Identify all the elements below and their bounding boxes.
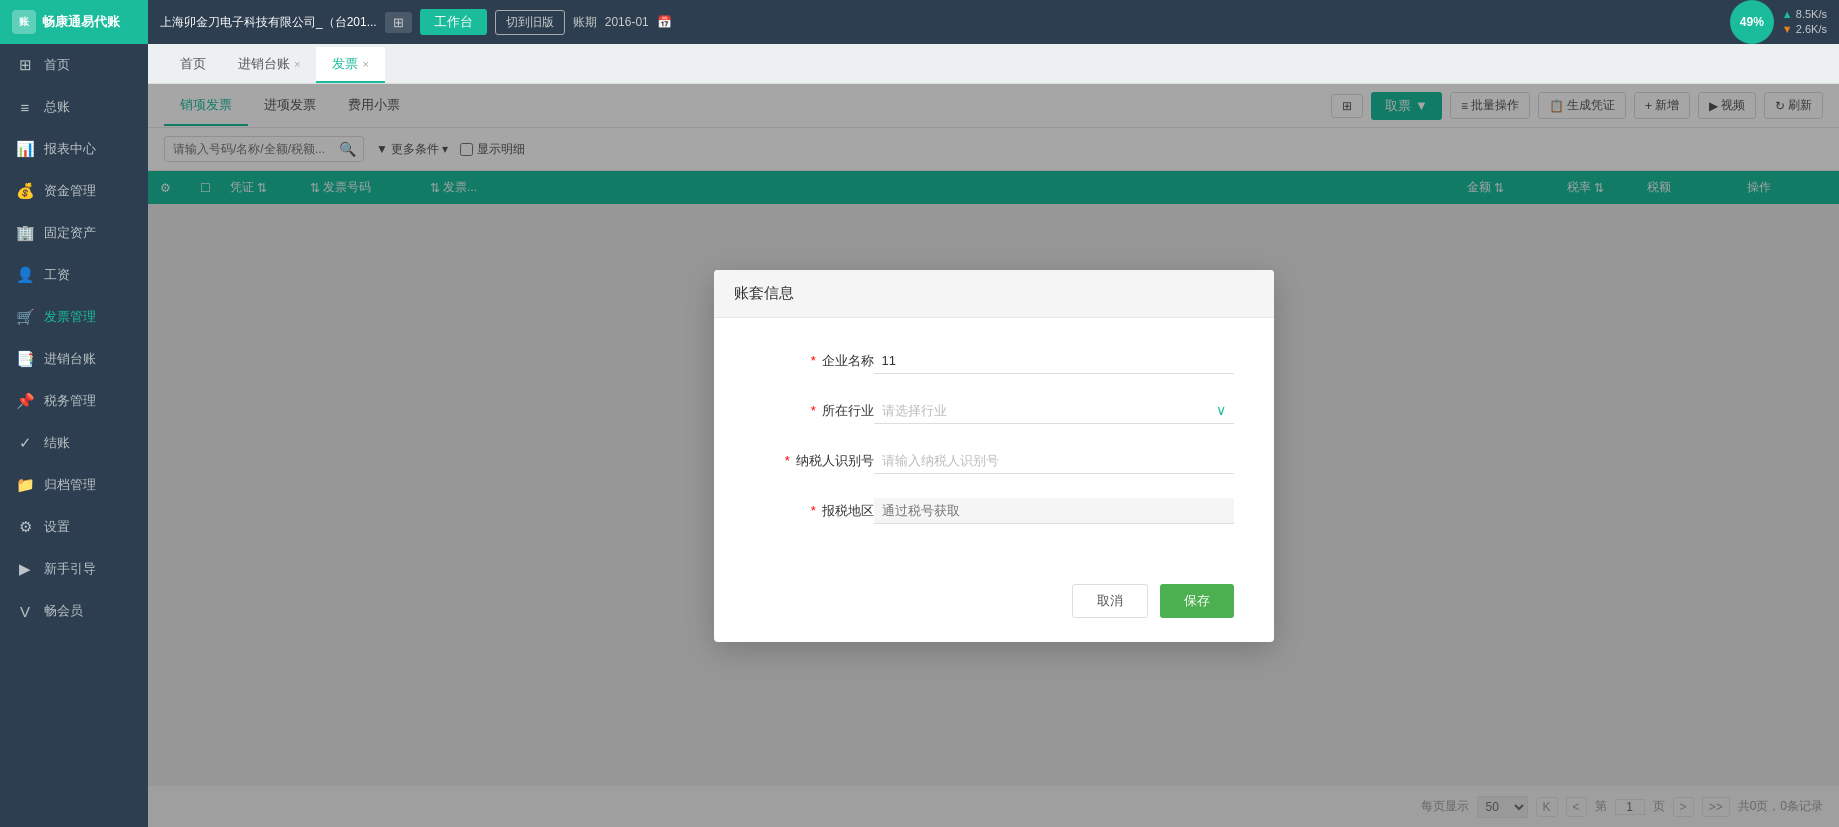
archive-icon: 📁 <box>16 476 34 494</box>
company-name-row: * 企业名称 <box>754 348 1234 374</box>
invoice-icon: 🛒 <box>16 308 34 326</box>
sidebar-label-member: 畅会员 <box>44 602 83 620</box>
company-icon-button[interactable]: ⊞ <box>385 12 412 33</box>
industry-row: * 所在行业 请选择行业 ∨ <box>754 398 1234 424</box>
sidebar-item-settings[interactable]: ⚙ 设置 <box>0 506 148 548</box>
sidebar-item-assets[interactable]: 🏢 固定资产 <box>0 212 148 254</box>
topbar: 上海卯金刀电子科技有限公司_（台201... ⊞ 工作台 切到旧版 账期 201… <box>148 0 1839 44</box>
tab-invoice[interactable]: 发票 × <box>316 47 384 83</box>
sidebar-item-tax[interactable]: 📌 税务管理 <box>0 380 148 422</box>
sidebar-item-member[interactable]: V 畅会员 <box>0 590 148 632</box>
tax-id-input[interactable] <box>874 448 1234 474</box>
sidebar-item-archive[interactable]: 📁 归档管理 <box>0 464 148 506</box>
tax-region-row: * 报税地区 <box>754 498 1234 524</box>
sidebar-item-funds[interactable]: 💰 资金管理 <box>0 170 148 212</box>
period-label: 账期 2016-01 📅 <box>573 14 672 31</box>
guide-icon: ▶ <box>16 560 34 578</box>
tax-id-label: * 纳税人识别号 <box>754 452 874 470</box>
tab-close-purchase[interactable]: × <box>294 58 300 70</box>
tab-purchase[interactable]: 进销台账 × <box>222 47 316 83</box>
tab-close-invoice[interactable]: × <box>362 58 368 70</box>
main-area: 上海卯金刀电子科技有限公司_（台201... ⊞ 工作台 切到旧版 账期 201… <box>148 0 1839 827</box>
sidebar-item-purchase[interactable]: 📑 进销台账 <box>0 338 148 380</box>
sidebar-label-reports: 报表中心 <box>44 140 96 158</box>
sidebar-label-assets: 固定资产 <box>44 224 96 242</box>
reports-icon: 📊 <box>16 140 34 158</box>
settings-icon: ⚙ <box>16 518 34 536</box>
sidebar-item-settle[interactable]: ✓ 结账 <box>0 422 148 464</box>
modal-footer: 取消 保存 <box>714 568 1274 642</box>
speed-text: ▲ 8.5K/s ▼ 2.6K/s <box>1782 7 1827 38</box>
sidebar-label-home: 首页 <box>44 56 70 74</box>
logo-icon: 账 <box>12 10 36 34</box>
logo-text: 畅康通易代账 <box>42 13 120 31</box>
tax-id-row: * 纳税人识别号 <box>754 448 1234 474</box>
speed-download: ▲ 8.5K/s <box>1782 7 1827 22</box>
save-button[interactable]: 保存 <box>1160 584 1234 618</box>
sidebar-label-funds: 资金管理 <box>44 182 96 200</box>
tax-icon: 📌 <box>16 392 34 410</box>
sidebar-item-ledger[interactable]: ≡ 总账 <box>0 86 148 128</box>
settle-icon: ✓ <box>16 434 34 452</box>
sidebar: 账 畅康通易代账 ⊞ 首页 ≡ 总账 📊 报表中心 💰 资金管理 🏢 固定资产 … <box>0 0 148 827</box>
funds-icon: 💰 <box>16 182 34 200</box>
home-icon: ⊞ <box>16 56 34 74</box>
speed-indicator: 49% <box>1730 0 1774 44</box>
content-area: 销项发票 进项发票 费用小票 ⊞ 取票 ▼ ≡ 批 <box>148 84 1839 827</box>
sidebar-item-invoice[interactable]: 🛒 发票管理 <box>0 296 148 338</box>
tax-region-label: * 报税地区 <box>754 502 874 520</box>
industry-select[interactable]: 请选择行业 <box>874 398 1234 423</box>
sidebar-item-payroll[interactable]: 👤 工资 <box>0 254 148 296</box>
sidebar-label-tax: 税务管理 <box>44 392 96 410</box>
modal-overlay: 账套信息 * 企业名称 * 所在行业 <box>148 84 1839 827</box>
sidebar-label-settings: 设置 <box>44 518 70 536</box>
sidebar-label-settle: 结账 <box>44 434 70 452</box>
assets-icon: 🏢 <box>16 224 34 242</box>
workbench-button[interactable]: 工作台 <box>420 9 487 35</box>
purchase-icon: 📑 <box>16 350 34 368</box>
sidebar-item-reports[interactable]: 📊 报表中心 <box>0 128 148 170</box>
sidebar-item-guide[interactable]: ▶ 新手引导 <box>0 548 148 590</box>
ledger-icon: ≡ <box>16 99 34 116</box>
old-version-button[interactable]: 切到旧版 <box>495 10 565 35</box>
sidebar-label-archive: 归档管理 <box>44 476 96 494</box>
sidebar-label-payroll: 工资 <box>44 266 70 284</box>
sidebar-label-invoice: 发票管理 <box>44 308 96 326</box>
sidebar-label-purchase: 进销台账 <box>44 350 96 368</box>
payroll-icon: 👤 <box>16 266 34 284</box>
calendar-icon[interactable]: 📅 <box>657 15 672 29</box>
sidebar-logo: 账 畅康通易代账 <box>0 0 148 44</box>
member-icon: V <box>16 603 34 620</box>
industry-select-wrap: 请选择行业 ∨ <box>874 398 1234 424</box>
tab-bar: 首页 进销台账 × 发票 × <box>148 44 1839 84</box>
cancel-button[interactable]: 取消 <box>1072 584 1148 618</box>
industry-label: * 所在行业 <box>754 402 874 420</box>
sidebar-item-home[interactable]: ⊞ 首页 <box>0 44 148 86</box>
company-name-label: * 企业名称 <box>754 352 874 370</box>
tax-region-input <box>874 498 1234 524</box>
account-info-modal: 账套信息 * 企业名称 * 所在行业 <box>714 270 1274 642</box>
company-name: 上海卯金刀电子科技有限公司_（台201... <box>160 14 377 31</box>
sidebar-label-guide: 新手引导 <box>44 560 96 578</box>
modal-body: * 企业名称 * 所在行业 请选择行业 <box>714 318 1274 568</box>
topbar-right: 49% ▲ 8.5K/s ▼ 2.6K/s <box>1730 0 1827 44</box>
sidebar-label-ledger: 总账 <box>44 98 70 116</box>
speed-upload: ▼ 2.6K/s <box>1782 22 1827 37</box>
company-name-input[interactable] <box>874 348 1234 374</box>
modal-title: 账套信息 <box>714 270 1274 318</box>
tab-home[interactable]: 首页 <box>164 47 222 83</box>
